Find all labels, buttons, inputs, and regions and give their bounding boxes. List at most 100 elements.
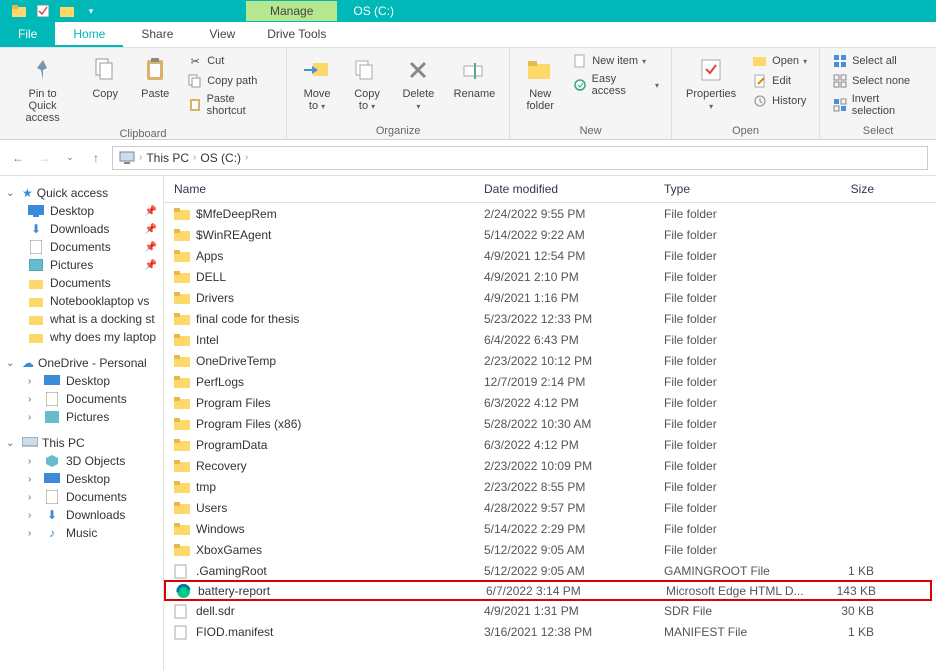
sidebar-od-pictures[interactable]: ›Pictures	[0, 408, 163, 426]
drive-tools-tab[interactable]: Drive Tools	[253, 22, 340, 47]
file-row[interactable]: battery-report6/7/2022 3:14 PMMicrosoft …	[164, 580, 932, 601]
column-type[interactable]: Type	[664, 182, 814, 196]
file-size: 1 KB	[814, 564, 894, 578]
sidebar-pc-downloads[interactable]: ›⬇Downloads	[0, 506, 163, 524]
easy-access-button[interactable]: Easy access ▾	[568, 72, 663, 98]
chevron-right-icon[interactable]: ›	[193, 152, 196, 163]
column-date[interactable]: Date modified	[484, 182, 664, 196]
new-item-button[interactable]: New item ▾	[568, 52, 663, 70]
select-all-button[interactable]: Select all	[828, 52, 928, 70]
file-date: 5/12/2022 9:05 AM	[484, 564, 664, 578]
breadcrumb-drive[interactable]: OS (C:)	[200, 151, 241, 165]
pin-quick-access-button[interactable]: Pin to Quick access	[8, 52, 77, 126]
breadcrumb-this-pc[interactable]: This PC	[146, 151, 189, 165]
select-all-icon	[832, 53, 848, 69]
column-headers: Name Date modified Type Size	[164, 176, 936, 203]
move-to-button[interactable]: Move to ▾	[295, 52, 339, 114]
recent-dropdown[interactable]: ⌄	[60, 148, 80, 168]
select-none-button[interactable]: Select none	[828, 72, 928, 90]
copy-path-button[interactable]: Copy path	[183, 72, 278, 90]
file-row[interactable]: PerfLogs12/7/2019 2:14 PMFile folder	[164, 371, 936, 392]
history-button[interactable]: History	[748, 92, 811, 110]
file-row[interactable]: Recovery2/23/2022 10:09 PMFile folder	[164, 455, 936, 476]
copy-to-button[interactable]: Copy to ▾	[345, 52, 389, 114]
properties-icon[interactable]	[36, 4, 50, 18]
up-button[interactable]: ↑	[86, 148, 106, 168]
sidebar-3d[interactable]: ›3D Objects	[0, 452, 163, 470]
main-area: ⌄★Quick access Desktop📌 ⬇Downloads📌 Docu…	[0, 176, 936, 670]
file-row[interactable]: FIOD.manifest3/16/2021 12:38 PMMANIFEST …	[164, 621, 936, 642]
edit-button[interactable]: Edit	[748, 72, 811, 90]
qat-dropdown-icon[interactable]: ▾	[84, 4, 98, 18]
this-pc-header[interactable]: ⌄This PC	[0, 434, 163, 452]
sidebar-notebook[interactable]: Notebooklaptop vs	[0, 292, 163, 310]
new-folder-button[interactable]: New folder	[518, 52, 562, 114]
breadcrumb[interactable]: › This PC › OS (C:) ›	[112, 146, 928, 170]
sidebar-pc-music[interactable]: ›♪Music	[0, 524, 163, 542]
invert-selection-button[interactable]: Invert selection	[828, 92, 928, 118]
home-tab[interactable]: Home	[55, 22, 123, 47]
sidebar-pictures[interactable]: Pictures📌	[0, 256, 163, 274]
file-type: GAMINGROOT File	[664, 564, 814, 578]
copy-button[interactable]: Copy	[83, 52, 127, 102]
file-row[interactable]: Apps4/9/2021 12:54 PMFile folder	[164, 245, 936, 266]
file-name: Program Files (x86)	[196, 417, 301, 431]
forward-button[interactable]: →	[34, 148, 54, 168]
file-type: File folder	[664, 228, 814, 242]
chevron-right-icon[interactable]: ›	[245, 152, 248, 163]
file-row[interactable]: ProgramData6/3/2022 4:12 PMFile folder	[164, 434, 936, 455]
file-row[interactable]: final code for thesis5/23/2022 12:33 PMF…	[164, 308, 936, 329]
invert-icon	[832, 97, 848, 113]
column-name[interactable]: Name	[164, 182, 484, 196]
cut-button[interactable]: ✂Cut	[183, 52, 278, 70]
sidebar-docking[interactable]: what is a docking st	[0, 310, 163, 328]
file-date: 4/9/2021 1:16 PM	[484, 291, 664, 305]
sidebar-desktop[interactable]: Desktop📌	[0, 202, 163, 220]
sidebar-od-documents[interactable]: ›Documents	[0, 390, 163, 408]
properties-button[interactable]: Properties▾	[680, 52, 742, 114]
paste-shortcut-button[interactable]: Paste shortcut	[183, 92, 278, 118]
file-row[interactable]: .GamingRoot5/12/2022 9:05 AMGAMINGROOT F…	[164, 560, 936, 581]
copy-icon	[89, 54, 121, 86]
folder-icon[interactable]	[12, 4, 26, 18]
paste-button[interactable]: Paste	[133, 52, 177, 102]
file-name: ProgramData	[196, 438, 267, 452]
sidebar-downloads[interactable]: ⬇Downloads📌	[0, 220, 163, 238]
file-row[interactable]: Intel6/4/2022 6:43 PMFile folder	[164, 329, 936, 350]
sidebar-pc-documents[interactable]: ›Documents	[0, 488, 163, 506]
chevron-right-icon[interactable]: ›	[139, 152, 142, 163]
sidebar-laptop[interactable]: why does my laptop	[0, 328, 163, 346]
file-row[interactable]: Program Files6/3/2022 4:12 PMFile folder	[164, 392, 936, 413]
open-button[interactable]: Open ▾	[748, 52, 811, 70]
file-row[interactable]: $MfeDeepRem2/24/2022 9:55 PMFile folder	[164, 203, 936, 224]
onedrive-header[interactable]: ⌄☁OneDrive - Personal	[0, 354, 163, 372]
delete-button[interactable]: Delete ▾	[395, 52, 442, 114]
file-tab[interactable]: File	[0, 22, 55, 47]
chevron-right-icon: ›	[28, 510, 38, 521]
column-size[interactable]: Size	[814, 182, 894, 196]
file-row[interactable]: OneDriveTemp2/23/2022 10:12 PMFile folde…	[164, 350, 936, 371]
file-row[interactable]: DELL4/9/2021 2:10 PMFile folder	[164, 266, 936, 287]
chevron-right-icon: ›	[28, 474, 38, 485]
file-row[interactable]: Users4/28/2022 9:57 PMFile folder	[164, 497, 936, 518]
file-row[interactable]: Drivers4/9/2021 1:16 PMFile folder	[164, 287, 936, 308]
quick-access-header[interactable]: ⌄★Quick access	[0, 184, 163, 202]
manage-tab[interactable]: Manage	[246, 1, 337, 21]
rename-button[interactable]: Rename	[448, 52, 502, 102]
sidebar-documents[interactable]: Documents📌	[0, 238, 163, 256]
file-row[interactable]: Windows5/14/2022 2:29 PMFile folder	[164, 518, 936, 539]
file-row[interactable]: tmp2/23/2022 8:55 PMFile folder	[164, 476, 936, 497]
pin-icon: 📌	[145, 206, 157, 217]
sidebar-od-desktop[interactable]: ›Desktop	[0, 372, 163, 390]
file-row[interactable]: Program Files (x86)5/28/2022 10:30 AMFil…	[164, 413, 936, 434]
back-button[interactable]: ←	[8, 148, 28, 168]
file-row[interactable]: $WinREAgent5/14/2022 9:22 AMFile folder	[164, 224, 936, 245]
share-tab[interactable]: Share	[123, 22, 191, 47]
file-row[interactable]: XboxGames5/12/2022 9:05 AMFile folder	[164, 539, 936, 560]
view-tab[interactable]: View	[191, 22, 253, 47]
documents-icon	[28, 240, 44, 254]
sidebar-pc-desktop[interactable]: ›Desktop	[0, 470, 163, 488]
sidebar-documents2[interactable]: Documents	[0, 274, 163, 292]
new-folder-icon[interactable]	[60, 4, 74, 18]
file-row[interactable]: dell.sdr4/9/2021 1:31 PMSDR File30 KB	[164, 600, 936, 621]
